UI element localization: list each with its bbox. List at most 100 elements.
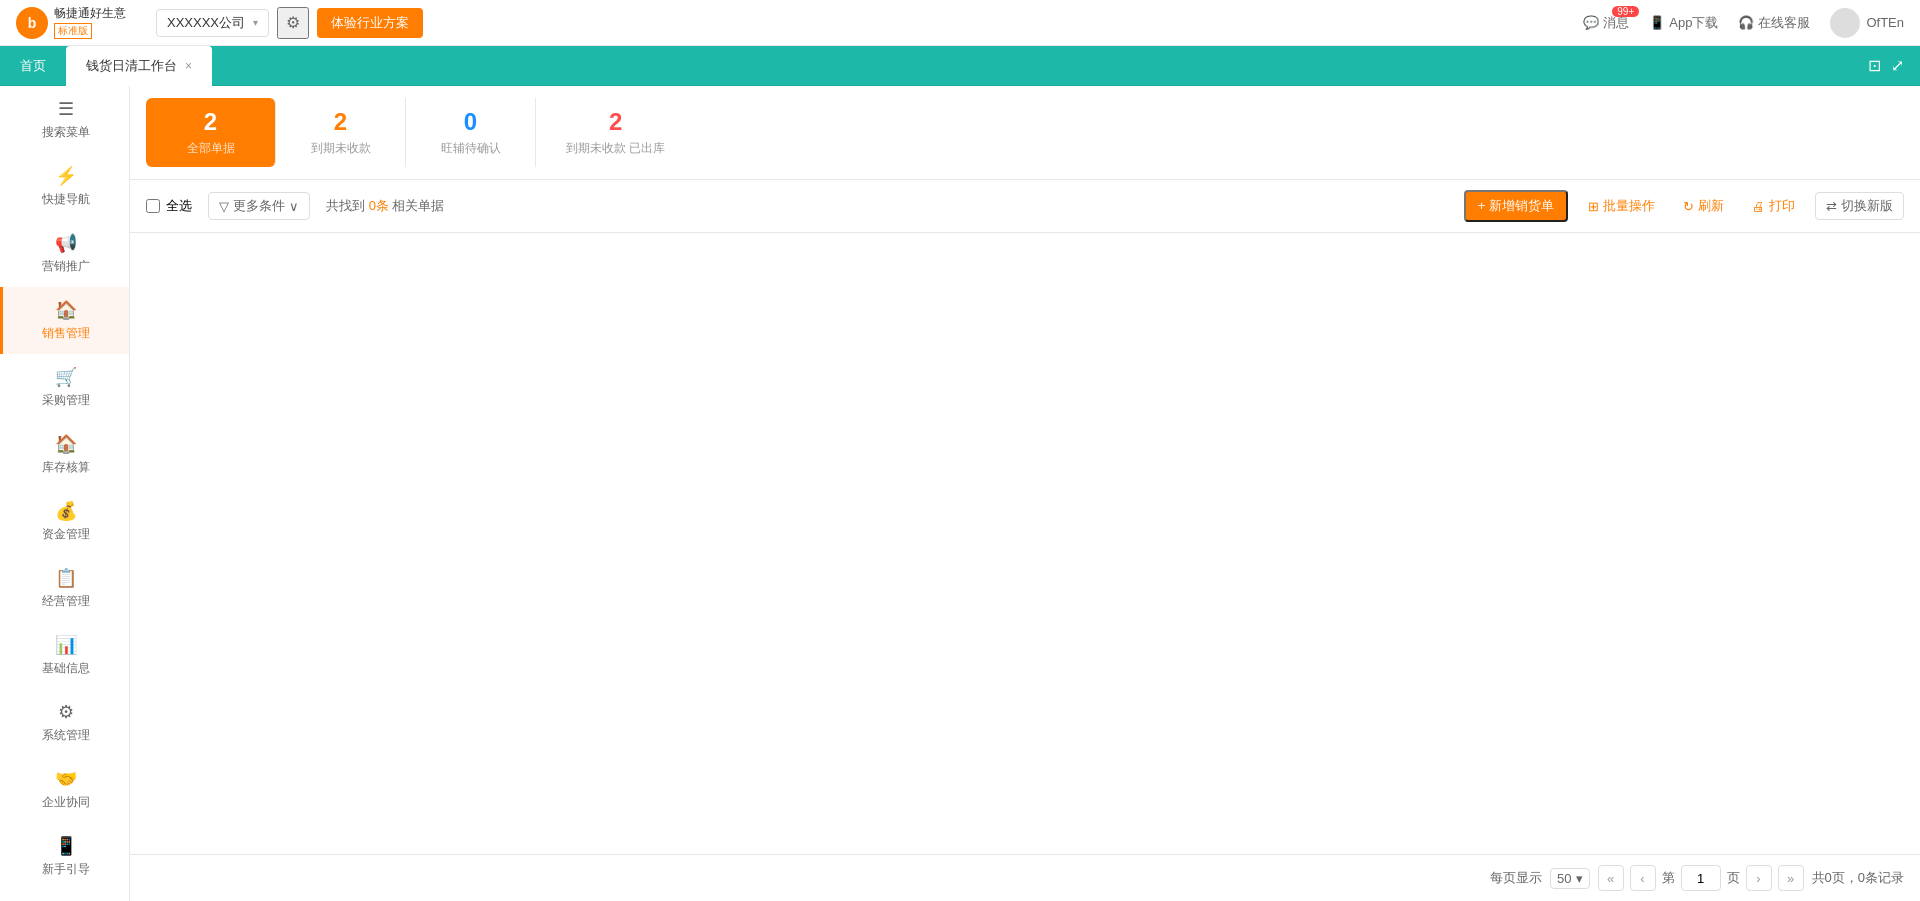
logo-tag: 标准版 xyxy=(54,23,92,39)
logo-text-area: 畅捷通好生意 标准版 xyxy=(54,6,126,40)
select-all-checkbox[interactable]: 全选 xyxy=(146,197,192,215)
tab-bar-right: ⊡ ⤢ xyxy=(1868,56,1920,75)
sidebar-label-search-menu: 搜索菜单 xyxy=(42,124,90,141)
stat-card-pending[interactable]: 0 旺辅待确认 xyxy=(406,98,536,167)
sidebar-label-sales: 销售管理 xyxy=(42,325,90,342)
sidebar-label-inventory: 库存核算 xyxy=(42,459,90,476)
table-area xyxy=(130,233,1920,854)
sidebar-item-purchase[interactable]: 🛒 采购管理 xyxy=(0,354,129,421)
stat-number-shipped: 2 xyxy=(609,108,622,136)
prev-page-button[interactable]: ‹ xyxy=(1630,865,1656,891)
stat-number-all: 2 xyxy=(204,108,217,136)
batch-icon: ⊞ xyxy=(1588,199,1599,214)
stat-label-overdue: 到期未收款 xyxy=(311,140,371,157)
sidebar-label-purchase: 采购管理 xyxy=(42,392,90,409)
add-sales-button[interactable]: + 新增销货单 xyxy=(1464,190,1568,222)
all-checkbox-input[interactable] xyxy=(146,199,160,213)
purchase-icon: 🛒 xyxy=(55,366,77,388)
batch-button[interactable]: ⊞ 批量操作 xyxy=(1580,193,1663,219)
logo-title: 畅捷通好生意 xyxy=(54,6,126,22)
message-button[interactable]: 💬 消息 99+ xyxy=(1583,14,1629,32)
experience-button[interactable]: 体验行业方案 xyxy=(317,8,423,38)
page-size-label: 每页显示 xyxy=(1490,869,1542,887)
sidebar-label-operation: 经营管理 xyxy=(42,593,90,610)
stat-number-overdue: 2 xyxy=(334,108,347,136)
avatar-area[interactable]: OfTEn xyxy=(1830,8,1904,38)
minimize-icon[interactable]: ⊡ xyxy=(1868,56,1881,75)
stat-label-all: 全部单据 xyxy=(187,140,235,157)
refresh-icon: ↻ xyxy=(1683,199,1694,214)
found-count: 0条 xyxy=(369,198,389,213)
print-button[interactable]: 🖨 打印 xyxy=(1744,193,1803,219)
sidebar-item-enterprise[interactable]: 🤝 企业协同 xyxy=(0,756,129,823)
select-all-label: 全选 xyxy=(166,197,192,215)
sidebar-item-guide[interactable]: 📱 新手引导 xyxy=(0,823,129,890)
sidebar-label-enterprise: 企业协同 xyxy=(42,794,90,811)
sidebar-label-quick-nav: 快捷导航 xyxy=(42,191,90,208)
sidebar-label-system: 系统管理 xyxy=(42,727,90,744)
switch-version-button[interactable]: ⇄ 切换新版 xyxy=(1815,192,1904,220)
message-icon: 💬 xyxy=(1583,15,1599,30)
settings-button[interactable]: ⚙ xyxy=(277,7,309,39)
last-page-button[interactable]: » xyxy=(1778,865,1804,891)
logo-icon: b xyxy=(16,7,48,39)
sidebar-item-marketing[interactable]: 📢 营销推广 xyxy=(0,220,129,287)
tab-close-icon[interactable]: × xyxy=(185,59,192,73)
sidebar-item-search-menu[interactable]: ☰ 搜索菜单 xyxy=(0,86,129,153)
filter-chevron: ∨ xyxy=(289,199,299,214)
stat-card-overdue[interactable]: 2 到期未收款 xyxy=(276,98,406,167)
sidebar-label-marketing: 营销推广 xyxy=(42,258,90,275)
online-service-button[interactable]: 🎧 在线客服 xyxy=(1738,14,1810,32)
main-layout: ☰ 搜索菜单 ⚡ 快捷导航 📢 营销推广 🏠 销售管理 🛒 采购管理 🏠 库存核… xyxy=(0,86,1920,901)
filter-button[interactable]: ▽ 更多条件 ∨ xyxy=(208,192,310,220)
sidebar-item-operation[interactable]: 📋 经营管理 xyxy=(0,555,129,622)
filter-icon: ▽ xyxy=(219,199,229,214)
service-icon: 🎧 xyxy=(1738,15,1754,30)
page-number-input[interactable] xyxy=(1681,865,1721,891)
first-page-button[interactable]: « xyxy=(1598,865,1624,891)
enterprise-icon: 🤝 xyxy=(55,768,77,790)
app-icon: 📱 xyxy=(1649,15,1665,30)
pagination: « ‹ 第 页 › » xyxy=(1598,865,1804,891)
toolbar-right: + 新增销货单 ⊞ 批量操作 ↻ 刷新 🖨 打印 ⇄ 切换新版 xyxy=(1464,190,1904,222)
company-selector[interactable]: XXXXXX公司 ▾ xyxy=(156,9,269,37)
sidebar-item-finance[interactable]: 💰 资金管理 xyxy=(0,488,129,555)
operation-icon: 📋 xyxy=(55,567,77,589)
tab-home[interactable]: 首页 xyxy=(0,46,66,86)
page-size-chevron: ▾ xyxy=(1576,871,1583,886)
sidebar-item-system[interactable]: ⚙ 系统管理 xyxy=(0,689,129,756)
stat-number-pending: 0 xyxy=(464,108,477,136)
total-info: 共0页，0条记录 xyxy=(1812,869,1904,887)
company-name: XXXXXX公司 xyxy=(167,14,245,32)
maximize-icon[interactable]: ⤢ xyxy=(1891,56,1904,75)
stat-card-shipped[interactable]: 2 到期未收款 已出库 xyxy=(536,98,695,167)
basic-icon: 📊 xyxy=(55,634,77,656)
guide-icon: 📱 xyxy=(55,835,77,857)
page-size-select[interactable]: 50 ▾ xyxy=(1550,868,1589,889)
sidebar-item-sales[interactable]: 🏠 销售管理 xyxy=(0,287,129,354)
quick-nav-icon: ⚡ xyxy=(55,165,77,187)
sidebar-item-app-center[interactable]: 🎁 应用中心 xyxy=(0,890,129,901)
sidebar-item-inventory[interactable]: 🏠 库存核算 xyxy=(0,421,129,488)
footer: 每页显示 50 ▾ « ‹ 第 页 › » 共0页，0条记录 xyxy=(130,854,1920,901)
search-menu-icon: ☰ xyxy=(58,98,74,120)
chevron-down-icon: ▾ xyxy=(253,17,258,28)
system-icon: ⚙ xyxy=(58,701,74,723)
page-suffix-label: 页 xyxy=(1727,869,1740,887)
sidebar-label-basic: 基础信息 xyxy=(42,660,90,677)
top-header: b 畅捷通好生意 标准版 XXXXXX公司 ▾ ⚙ 体验行业方案 💬 消息 99… xyxy=(0,0,1920,46)
sidebar: ☰ 搜索菜单 ⚡ 快捷导航 📢 营销推广 🏠 销售管理 🛒 采购管理 🏠 库存核… xyxy=(0,86,130,901)
toolbar: 全选 ▽ 更多条件 ∨ 共找到 0条 相关单据 + 新增销货单 ⊞ 批量操作 ↻ xyxy=(130,180,1920,233)
switch-icon: ⇄ xyxy=(1826,199,1837,214)
stat-card-all[interactable]: 2 全部单据 xyxy=(146,98,276,167)
finance-icon: 💰 xyxy=(55,500,77,522)
next-page-button[interactable]: › xyxy=(1746,865,1772,891)
content-area: 2 全部单据 2 到期未收款 0 旺辅待确认 2 到期未收款 已出库 全选 xyxy=(130,86,1920,901)
tab-bar: 首页 钱货日清工作台 × ⊡ ⤢ xyxy=(0,46,1920,86)
app-download-button[interactable]: 📱 App下载 xyxy=(1649,14,1718,32)
refresh-button[interactable]: ↻ 刷新 xyxy=(1675,193,1732,219)
sidebar-label-finance: 资金管理 xyxy=(42,526,90,543)
sidebar-item-quick-nav[interactable]: ⚡ 快捷导航 xyxy=(0,153,129,220)
sidebar-item-basic[interactable]: 📊 基础信息 xyxy=(0,622,129,689)
tab-active[interactable]: 钱货日清工作台 × xyxy=(66,46,212,86)
